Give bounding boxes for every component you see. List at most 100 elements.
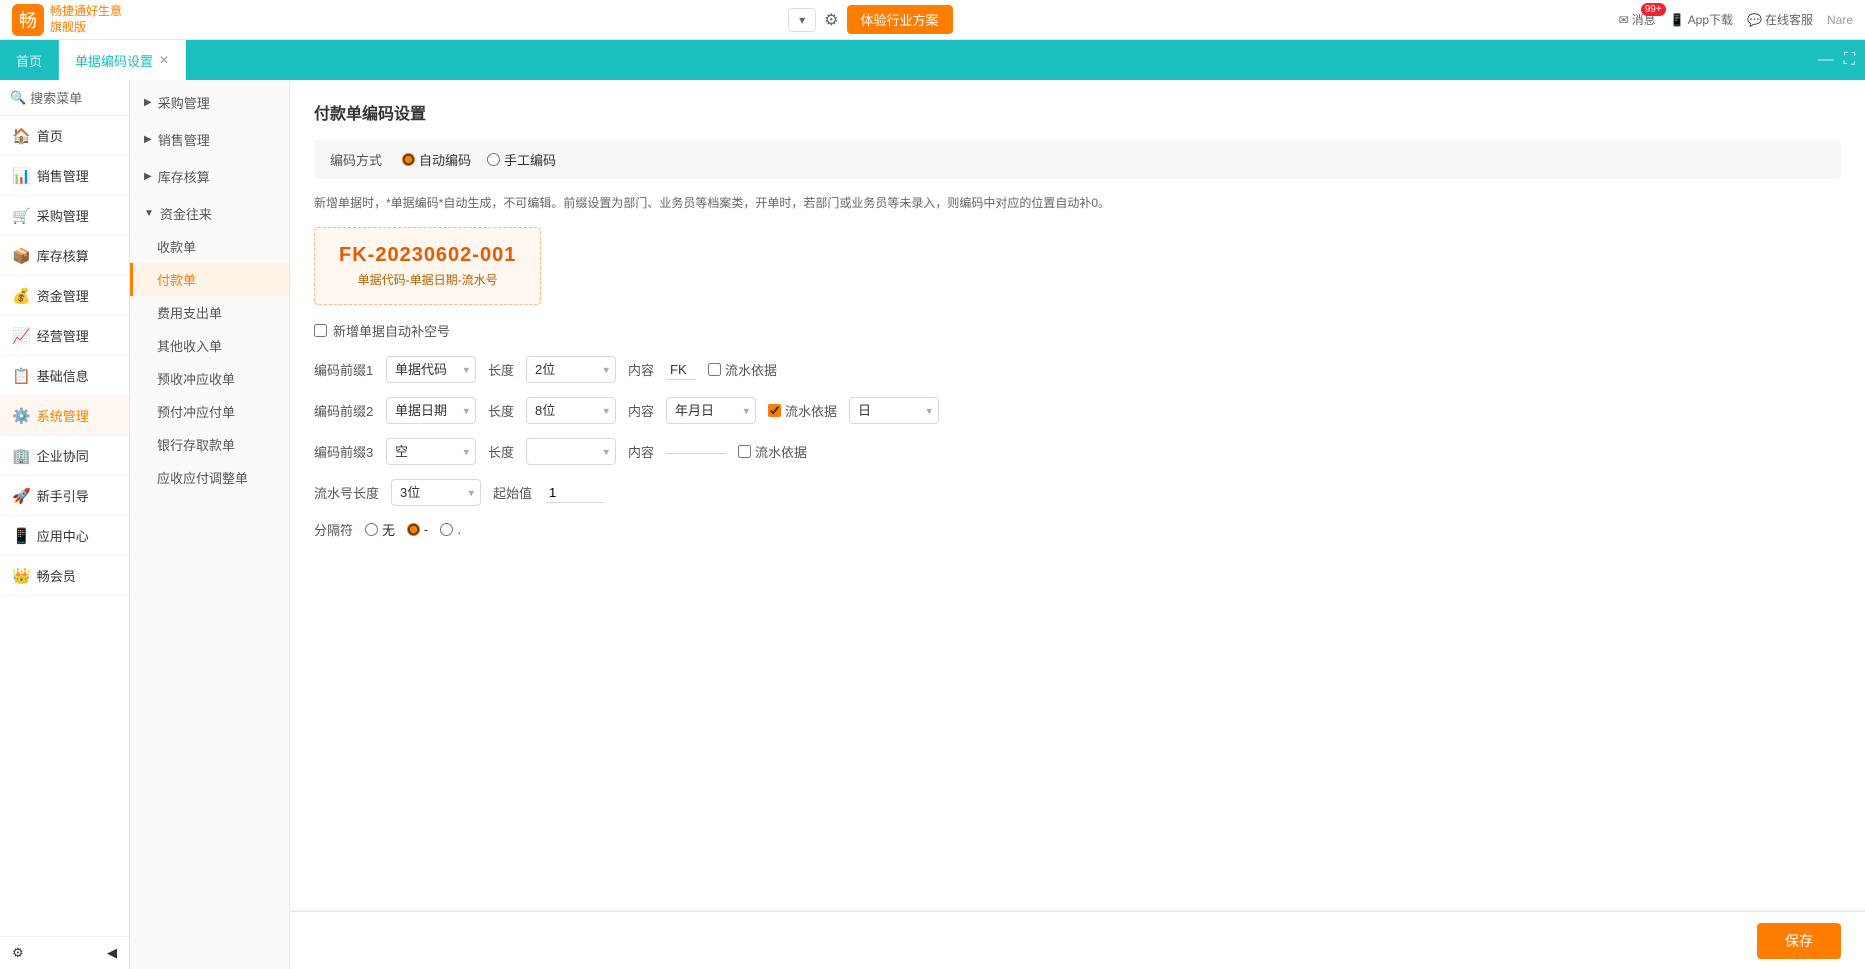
sidebar-item-finance[interactable]: 💰 资金管理 (0, 276, 129, 316)
sidebar: 🔍 搜索菜单 🏠 首页 📊 销售管理 🛒 采购管理 📦 库存核算 💰 资金管理 … (0, 80, 130, 969)
code-preview-sub: 单据代码-单据日期-流水号 (339, 271, 516, 288)
sub-group-capital: ▼ 资金往来 收款单 付款单 费用支出单 其他收入单 预收冲应收单 预付冲应付单 (130, 197, 289, 494)
info-text: 新增单据时，*单据编码*自动生成，不可编辑。前缀设置为部门、业务员等档案类，开单… (314, 193, 1841, 213)
maximize-icon[interactable]: ⛶ (1844, 51, 1855, 69)
serial-start-input[interactable] (545, 483, 605, 503)
tab-home[interactable]: 首页 (0, 40, 59, 80)
content2-select[interactable]: 年月日 (666, 397, 756, 424)
sidebar-item-appcenter[interactable]: 📱 应用中心 (0, 516, 129, 556)
sub-item-prepaid-receivable[interactable]: 预收冲应收单 (130, 362, 289, 395)
tabbar-actions: — ⛶ (1818, 51, 1865, 69)
messages-button[interactable]: ✉ 消息 99+ (1619, 11, 1656, 28)
flow2-unit-select[interactable]: 日 (849, 397, 939, 424)
member-icon: 👑 (12, 567, 31, 585)
auto-fill-checkbox-row: 新增单据自动补空号 (314, 321, 1841, 340)
save-button[interactable]: 保存 (1757, 923, 1841, 959)
dropdown-button[interactable]: ▾ (788, 8, 816, 32)
sub-group-capital-title[interactable]: ▼ 资金往来 (130, 197, 289, 230)
prefix3-select-wrap: 空 (386, 438, 476, 465)
prefix-row-2: 编码前缀2 单据日期 长度 8位 内容 年月日 (314, 397, 1841, 424)
sidebar-item-base-info[interactable]: 📋 基础信息 (0, 356, 129, 396)
sub-group-purchase-title[interactable]: ▶ 采购管理 (130, 86, 289, 119)
flow1-checkbox-label[interactable]: 流水依据 (708, 360, 777, 379)
sep-dash-radio[interactable]: - (407, 522, 428, 537)
sidebar-item-sales[interactable]: 📊 销售管理 (0, 156, 129, 196)
auto-fill-label: 新增单据自动补空号 (333, 321, 450, 340)
content1-value: FK (666, 360, 696, 380)
auto-fill-checkbox[interactable] (314, 324, 327, 337)
prefix3-label: 编码前缀3 (314, 442, 374, 461)
flow3-checkbox-label[interactable]: 流水依据 (738, 442, 807, 461)
prefix1-select[interactable]: 单据代码 (386, 356, 476, 383)
topbar-left: 畅 畅捷通好生意 旗舰版 (12, 4, 122, 36)
prefix1-label: 编码前缀1 (314, 360, 374, 379)
sub-item-adjust[interactable]: 应收应付调整单 (130, 461, 289, 494)
tabbar: 首页 单据编码设置 ✕ — ⛶ (0, 40, 1865, 80)
message-icon: ✉ (1619, 13, 1629, 27)
encode-radio-group: 自动编码 手工编码 (402, 150, 556, 169)
sidebar-item-enterprise[interactable]: 🏢 企业协同 (0, 436, 129, 476)
settings-icon[interactable]: ⚙ (824, 10, 838, 30)
sidebar-item-home[interactable]: 🏠 首页 (0, 116, 129, 156)
app-download-button[interactable]: 📱 App下载 (1670, 11, 1733, 28)
flow2-checkbox-label[interactable]: 流水依据 (768, 401, 837, 420)
prefix3-select[interactable]: 空 (386, 438, 476, 465)
sidebar-item-guide[interactable]: 🚀 新手引导 (0, 476, 129, 516)
chevron-right-icon: ▶ (144, 171, 152, 182)
topbar-center: ▾ ⚙ 体验行业方案 (788, 5, 952, 34)
sidebar-collapse-icon[interactable]: ◀ (107, 945, 117, 961)
length1-select-wrap: 2位 (526, 356, 616, 383)
encode-method-section: 编码方式 自动编码 手工编码 (314, 140, 1841, 179)
sidebar-item-system[interactable]: ⚙️ 系统管理 (0, 396, 129, 436)
bottom-bar: 保存 (290, 911, 1865, 969)
length2-select[interactable]: 8位 (526, 397, 616, 424)
sidebar-item-inventory[interactable]: 📦 库存核算 (0, 236, 129, 276)
sub-item-payment[interactable]: 付款单 (130, 263, 289, 296)
search-icon: 🔍 (10, 90, 26, 106)
content2-select-wrap: 年月日 (666, 397, 756, 424)
home-icon: 🏠 (12, 127, 31, 145)
separator-section: 分隔符 无 - . (314, 520, 1841, 539)
flow2-checkbox[interactable] (768, 404, 781, 417)
tab-close-icon[interactable]: ✕ (159, 53, 169, 67)
prefix2-select[interactable]: 单据日期 (386, 397, 476, 424)
sub-item-bank-deposit[interactable]: 银行存取款单 (130, 428, 289, 461)
sub-group-inventory-title[interactable]: ▶ 库存核算 (130, 160, 289, 193)
flow1-checkbox[interactable] (708, 363, 721, 376)
tab-encode-settings[interactable]: 单据编码设置 ✕ (59, 40, 186, 80)
minimize-icon[interactable]: — (1818, 51, 1834, 69)
content3-value (666, 449, 726, 454)
code-preview-box: FK-20230602-001 单据代码-单据日期-流水号 (314, 227, 541, 305)
length3-select[interactable] (526, 438, 616, 465)
sidebar-item-operations[interactable]: 📈 经营管理 (0, 316, 129, 356)
main-layout: 🔍 搜索菜单 🏠 首页 📊 销售管理 🛒 采购管理 📦 库存核算 💰 资金管理 … (0, 80, 1865, 969)
chevron-right-icon: ▶ (144, 134, 152, 145)
sub-item-prepaid-payable[interactable]: 预付冲应付单 (130, 395, 289, 428)
sidebar-settings-icon[interactable]: ⚙ (12, 945, 24, 961)
online-service-button[interactable]: 💬 在线客服 (1747, 11, 1813, 28)
sub-item-expense[interactable]: 费用支出单 (130, 296, 289, 329)
sidebar-item-member[interactable]: 👑 畅会员 (0, 556, 129, 596)
length1-select[interactable]: 2位 (526, 356, 616, 383)
search-menu[interactable]: 🔍 搜索菜单 (0, 80, 129, 116)
code-preview-main: FK-20230602-001 (339, 244, 516, 267)
flow3-checkbox[interactable] (738, 445, 751, 458)
sub-group-sales-title[interactable]: ▶ 销售管理 (130, 123, 289, 156)
service-icon: 💬 (1747, 13, 1762, 27)
sep-dot-radio[interactable]: . (440, 522, 461, 537)
enterprise-icon: 🏢 (12, 447, 31, 465)
serial-length-select[interactable]: 3位 (391, 479, 481, 506)
sidebar-item-purchase[interactable]: 🛒 采购管理 (0, 196, 129, 236)
trial-button[interactable]: 体验行业方案 (847, 5, 953, 34)
serial-length-select-wrap: 3位 (391, 479, 481, 506)
radio-auto[interactable]: 自动编码 (402, 150, 471, 169)
radio-manual[interactable]: 手工编码 (487, 150, 556, 169)
sidebar-bottom: ⚙ ◀ (0, 936, 129, 969)
length3-select-wrap (526, 438, 616, 465)
sub-item-receipt[interactable]: 收款单 (130, 230, 289, 263)
prefix-row-3: 编码前缀3 空 长度 内容 流水依据 (314, 438, 1841, 465)
finance-icon: 💰 (12, 287, 31, 305)
sub-item-other-income[interactable]: 其他收入单 (130, 329, 289, 362)
length2-select-wrap: 8位 (526, 397, 616, 424)
sep-none-radio[interactable]: 无 (365, 520, 395, 539)
